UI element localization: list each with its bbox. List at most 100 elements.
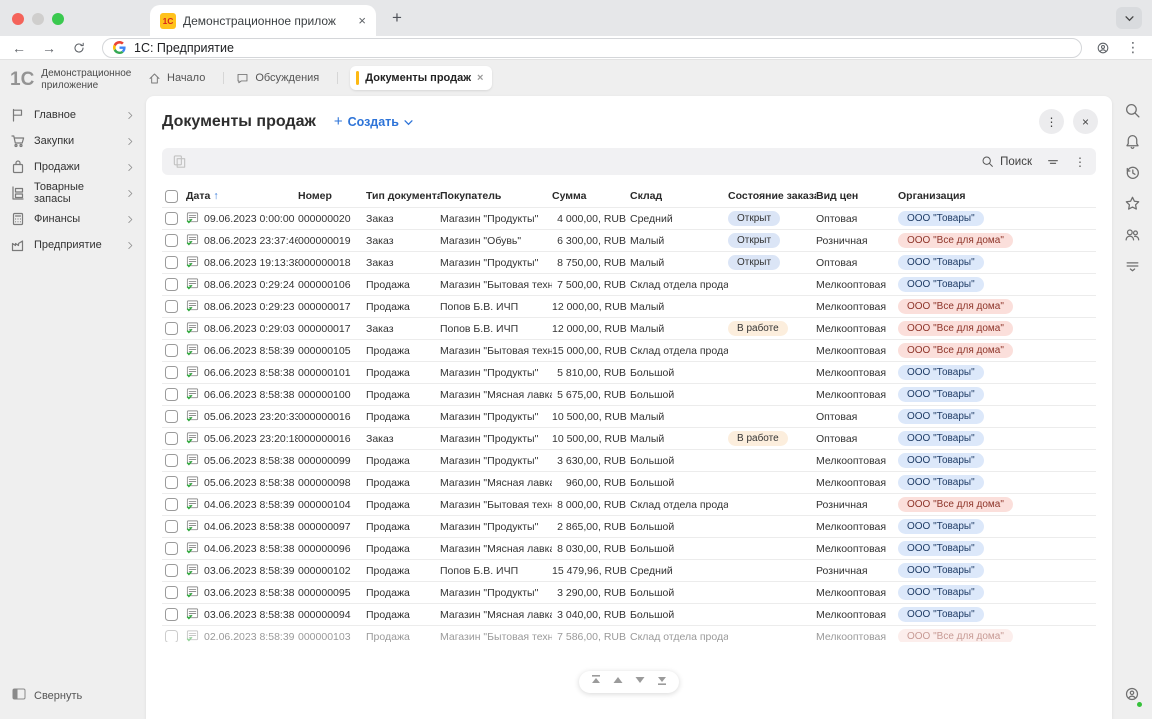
cell-warehouse: Большой xyxy=(630,366,675,379)
notifications-button[interactable] xyxy=(1124,133,1141,155)
window-close-button[interactable] xyxy=(12,13,24,25)
column-header-date[interactable]: Дата ↑ xyxy=(186,190,298,202)
column-header-doc-type[interactable]: Тип документа xyxy=(366,190,440,202)
row-checkbox[interactable] xyxy=(165,520,178,533)
table-row[interactable]: 08.06.2023 0:29:24 000000106 Продажа Маг… xyxy=(162,274,1096,296)
column-header-customer[interactable]: Покупатель xyxy=(440,190,552,202)
paste-icon[interactable] xyxy=(172,154,187,169)
toolbar-menu-button[interactable]: ⋮ xyxy=(1074,155,1086,169)
collapse-sidebar-button[interactable]: Свернуть xyxy=(12,688,82,703)
organization-badge: ООО "Товары" xyxy=(898,211,984,226)
row-checkbox[interactable] xyxy=(165,586,178,599)
column-header-amount[interactable]: Сумма xyxy=(552,190,630,202)
tab-close-icon[interactable]: × xyxy=(358,14,366,27)
table-row[interactable]: 03.06.2023 8:58:39 000000102 Продажа Поп… xyxy=(162,560,1096,582)
sidebar-item-prodazhi[interactable]: Продажи xyxy=(0,154,146,180)
table-row[interactable]: 02.06.2023 8:58:39 000000103 Продажа Маг… xyxy=(162,626,1096,642)
row-checkbox[interactable] xyxy=(165,410,178,423)
table-row[interactable]: 06.06.2023 8:58:38 000000100 Продажа Маг… xyxy=(162,384,1096,406)
favorites-button[interactable] xyxy=(1124,195,1141,217)
browser-menu-button[interactable]: ⋮ xyxy=(1126,39,1140,56)
column-header-price-type[interactable]: Вид цен xyxy=(816,190,898,202)
back-button[interactable]: ← xyxy=(12,40,26,56)
column-header-warehouse[interactable]: Склад xyxy=(630,190,728,202)
window-zoom-button[interactable] xyxy=(52,13,64,25)
support-user-button[interactable] xyxy=(1124,686,1142,707)
column-header-order-status[interactable]: Состояние заказа xyxy=(728,190,816,202)
sidebar-item-label: Продажи xyxy=(34,161,80,173)
table-row[interactable]: 04.06.2023 8:58:38 000000096 Продажа Маг… xyxy=(162,538,1096,560)
select-all-checkbox[interactable] xyxy=(165,189,178,203)
row-checkbox[interactable] xyxy=(165,608,178,621)
row-checkbox[interactable] xyxy=(165,498,178,511)
nav-tab-dokumenty-prodazh[interactable]: Документы продаж × xyxy=(350,66,493,90)
table-row[interactable]: 09.06.2023 0:00:00 000000020 Заказ Магаз… xyxy=(162,208,1096,230)
table-row[interactable]: 08.06.2023 0:29:23 000000017 Продажа Поп… xyxy=(162,296,1096,318)
search-button[interactable]: Поиск xyxy=(981,155,1032,168)
forward-button[interactable]: → xyxy=(42,40,56,56)
functions-menu-button[interactable] xyxy=(1124,257,1141,279)
scroll-to-bottom-button[interactable] xyxy=(654,676,670,688)
row-checkbox[interactable] xyxy=(165,300,178,313)
sidebar-item-finansy[interactable]: Финансы xyxy=(0,206,146,232)
table-row[interactable]: 08.06.2023 23:37:46 000000019 Заказ Мага… xyxy=(162,230,1096,252)
url-bar[interactable]: 1С: Предприятие xyxy=(102,37,1082,58)
row-checkbox[interactable] xyxy=(165,630,178,642)
history-button[interactable] xyxy=(1124,164,1141,186)
scroll-up-button[interactable] xyxy=(610,676,626,688)
sidebar-item-predpriyatie[interactable]: Предприятие xyxy=(0,232,146,258)
cell-organization: ООО "Товары" xyxy=(898,409,1096,424)
nav-tab-nachalo[interactable]: Начало xyxy=(148,66,224,90)
row-checkbox[interactable] xyxy=(165,432,178,445)
table-row[interactable]: 05.06.2023 8:58:38 000000099 Продажа Маг… xyxy=(162,450,1096,472)
row-checkbox[interactable] xyxy=(165,454,178,467)
search-panel-button[interactable] xyxy=(1124,102,1141,124)
browser-tab[interactable]: 1С Демонстрационное прилож × xyxy=(150,5,376,36)
panel-close-button[interactable]: × xyxy=(1073,109,1098,134)
row-checkbox[interactable] xyxy=(165,256,178,269)
table-row[interactable]: 04.06.2023 8:58:38 000000097 Продажа Маг… xyxy=(162,516,1096,538)
filter-button[interactable] xyxy=(1046,155,1060,169)
cell-amount: 2 865,00, RUB xyxy=(557,520,626,533)
cell-customer: Магазин "Мясная лавка" xyxy=(440,542,552,555)
table-row[interactable]: 08.06.2023 0:29:03 000000017 Заказ Попов… xyxy=(162,318,1096,340)
cell-doc-type: Продажа xyxy=(366,300,410,313)
scroll-to-top-button[interactable] xyxy=(588,675,604,688)
table-row[interactable]: 05.06.2023 23:20:18 000000016 Заказ Мага… xyxy=(162,428,1096,450)
table-row[interactable]: 03.06.2023 8:58:38 000000094 Продажа Маг… xyxy=(162,604,1096,626)
tab-close-icon[interactable]: × xyxy=(477,72,483,84)
reload-button[interactable] xyxy=(72,41,86,55)
row-checkbox[interactable] xyxy=(165,344,178,357)
row-checkbox[interactable] xyxy=(165,278,178,291)
row-checkbox[interactable] xyxy=(165,542,178,555)
row-checkbox[interactable] xyxy=(165,388,178,401)
sidebar-item-glavnoe[interactable]: Главное xyxy=(0,102,146,128)
document-posted-icon xyxy=(186,497,199,513)
tab-search-button[interactable] xyxy=(1116,7,1142,29)
table-row[interactable]: 08.06.2023 19:13:38 000000018 Заказ Мага… xyxy=(162,252,1096,274)
panel-menu-button[interactable]: ⋮ xyxy=(1039,109,1064,134)
row-checkbox[interactable] xyxy=(165,212,178,225)
table-row[interactable]: 06.06.2023 8:58:39 000000105 Продажа Маг… xyxy=(162,340,1096,362)
scroll-down-button[interactable] xyxy=(632,676,648,688)
row-checkbox[interactable] xyxy=(165,564,178,577)
table-row[interactable]: 05.06.2023 23:20:33 000000016 Продажа Ма… xyxy=(162,406,1096,428)
row-checkbox[interactable] xyxy=(165,476,178,489)
profile-icon[interactable] xyxy=(1096,41,1110,55)
sidebar-item-zakupki[interactable]: Закупки xyxy=(0,128,146,154)
collaboration-button[interactable] xyxy=(1124,226,1141,248)
create-button[interactable]: + Создать xyxy=(334,113,413,130)
table-row[interactable]: 05.06.2023 8:58:38 000000098 Продажа Маг… xyxy=(162,472,1096,494)
column-header-number[interactable]: Номер xyxy=(298,190,366,202)
column-header-organization[interactable]: Организация xyxy=(898,190,1096,202)
table-row[interactable]: 03.06.2023 8:58:38 000000095 Продажа Маг… xyxy=(162,582,1096,604)
row-checkbox[interactable] xyxy=(165,234,178,247)
nav-tab-obsuzhdeniya[interactable]: Обсуждения xyxy=(236,66,338,90)
window-minimize-button[interactable] xyxy=(32,13,44,25)
new-tab-button[interactable]: + xyxy=(392,8,402,28)
table-row[interactable]: 04.06.2023 8:58:39 000000104 Продажа Маг… xyxy=(162,494,1096,516)
row-checkbox[interactable] xyxy=(165,322,178,335)
sidebar-item-tovarnye-zapasy[interactable]: Товарные запасы xyxy=(0,180,146,206)
row-checkbox[interactable] xyxy=(165,366,178,379)
table-row[interactable]: 06.06.2023 8:58:38 000000101 Продажа Маг… xyxy=(162,362,1096,384)
